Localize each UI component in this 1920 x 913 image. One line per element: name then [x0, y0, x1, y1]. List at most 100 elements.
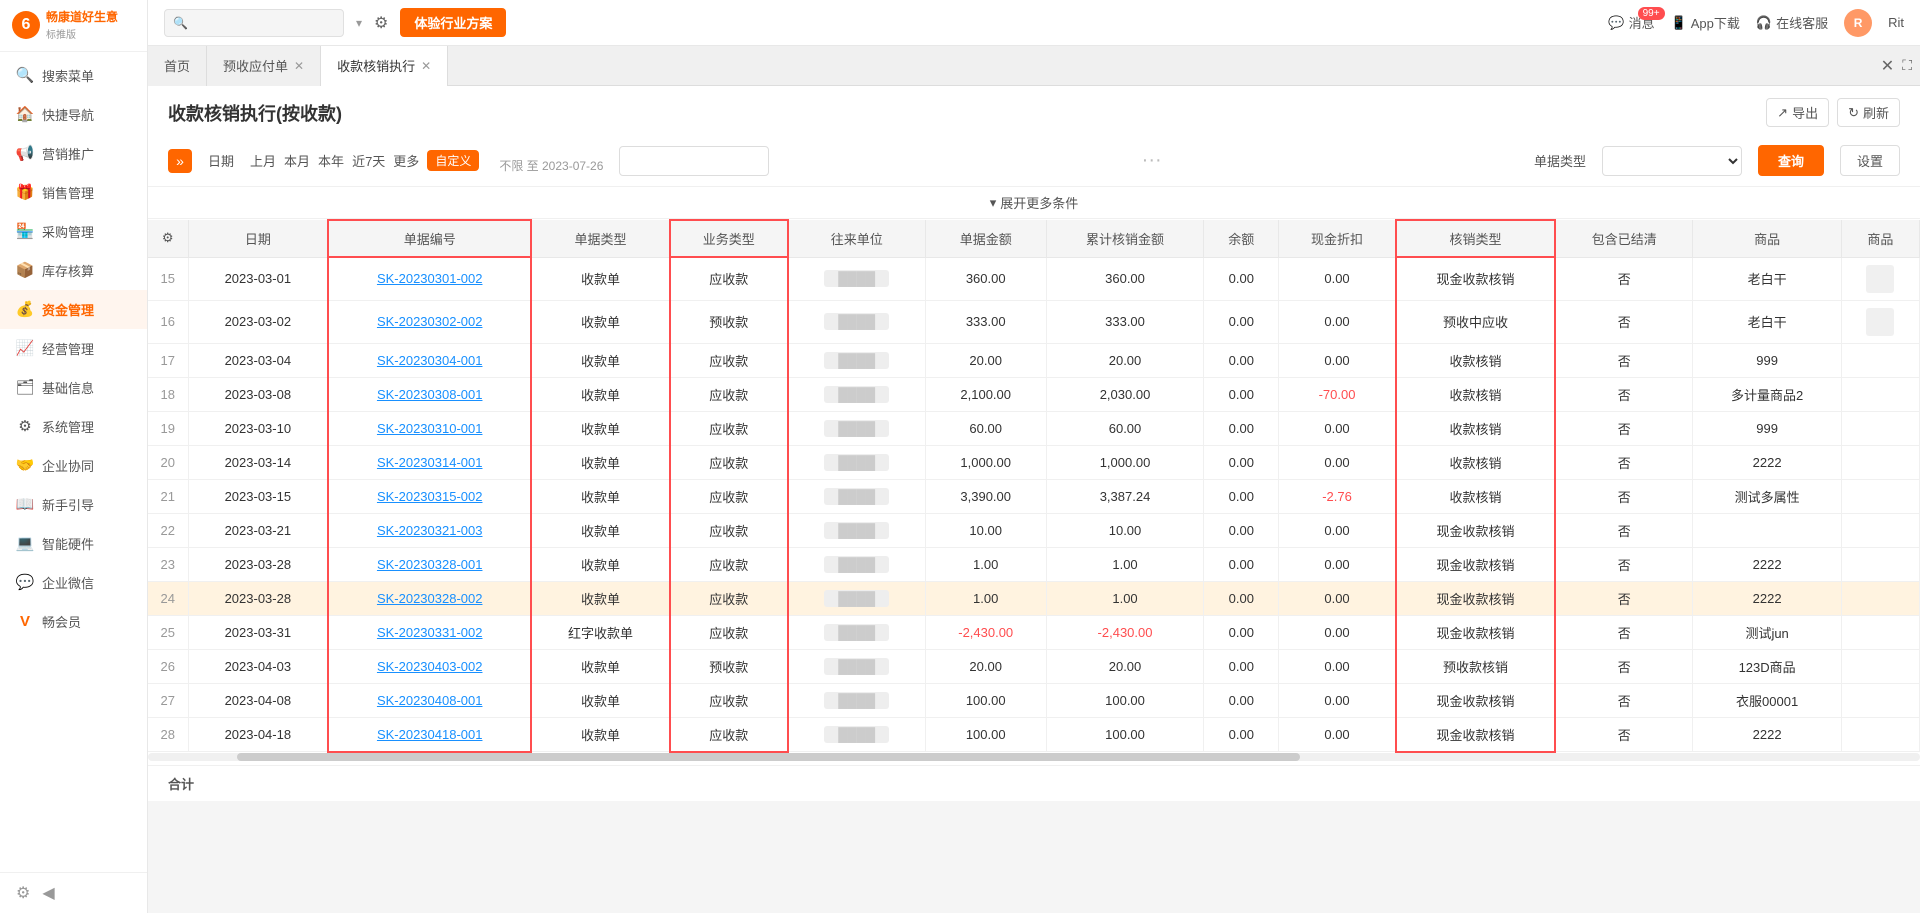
row-order-no[interactable]: SK-20230418-001 — [328, 717, 531, 752]
table-row[interactable]: 28 2023-04-18 SK-20230418-001 收款单 应收款 ██… — [148, 717, 1920, 752]
row-biz-type: 应收款 — [670, 479, 788, 513]
table-row[interactable]: 26 2023-04-03 SK-20230403-002 收款单 预收款 ██… — [148, 649, 1920, 683]
row-partner: ████ — [788, 377, 926, 411]
table-row[interactable]: 24 2023-03-28 SK-20230328-002 收款单 应收款 ██… — [148, 581, 1920, 615]
tab-prepay[interactable]: 预收应付单 ✕ — [207, 46, 321, 86]
expand-more-button[interactable]: ▾ 展开更多条件 — [990, 193, 1079, 212]
refresh-button[interactable]: ↻ 刷新 — [1837, 98, 1900, 127]
table-row[interactable]: 27 2023-04-08 SK-20230408-001 收款单 应收款 ██… — [148, 683, 1920, 717]
query-button[interactable]: 查询 — [1758, 145, 1824, 176]
row-order-no[interactable]: SK-20230310-001 — [328, 411, 531, 445]
table-row[interactable]: 21 2023-03-15 SK-20230315-002 收款单 应收款 ██… — [148, 479, 1920, 513]
table-row[interactable]: 25 2023-03-31 SK-20230331-002 红字收款单 应收款 … — [148, 615, 1920, 649]
partner-input[interactable] — [619, 146, 769, 176]
row-order-no[interactable]: SK-20230304-001 — [328, 343, 531, 377]
tabs-fullscreen-icon[interactable]: ⛶ — [1902, 57, 1912, 74]
row-order-no[interactable]: SK-20230314-001 — [328, 445, 531, 479]
tab-prepay-label: 预收应付单 — [223, 56, 288, 75]
row-balance: 0.00 — [1204, 683, 1279, 717]
table-row[interactable]: 15 2023-03-01 SK-20230301-002 收款单 应收款 ██… — [148, 257, 1920, 300]
table-row[interactable]: 16 2023-03-02 SK-20230302-002 收款单 预收款 ██… — [148, 300, 1920, 343]
row-partner: ████ — [788, 581, 926, 615]
settings-button[interactable]: 设置 — [1840, 145, 1900, 176]
sidebar-item-system[interactable]: ⚙ 系统管理 — [0, 407, 147, 446]
sidebar-item-guide[interactable]: 📖 新手引导 — [0, 485, 147, 524]
sidebar-item-sales[interactable]: 🎁 销售管理 — [0, 173, 147, 212]
export-button[interactable]: ↗ 导出 — [1766, 98, 1829, 127]
tabs-close-all-icon[interactable]: ✕ — [1881, 56, 1894, 76]
tab-verify-close-icon[interactable]: ✕ — [421, 59, 431, 73]
row-include-settled: 否 — [1555, 411, 1693, 445]
collapse-icon[interactable]: ◀ — [42, 883, 54, 903]
sidebar-item-hardware[interactable]: 💻 智能硬件 — [0, 524, 147, 563]
col-header-order-no: 单据编号 — [328, 220, 531, 257]
table-row[interactable]: 18 2023-03-08 SK-20230308-001 收款单 应收款 ██… — [148, 377, 1920, 411]
row-product: 老白干 — [1693, 257, 1841, 300]
sidebar-item-quicknav[interactable]: 🏠 快捷导航 — [0, 95, 147, 134]
headset-icon: 🎧 — [1756, 15, 1772, 31]
date-last-month-btn[interactable]: 上月 — [250, 151, 276, 170]
app-download-button[interactable]: 📱 App下载 — [1671, 13, 1740, 32]
app-logo: 6 畅康道好生意 标推版 — [0, 0, 147, 52]
row-amount: 100.00 — [925, 683, 1046, 717]
expand-more-label: 展开更多条件 — [1000, 193, 1078, 212]
date-this-year-btn[interactable]: 本年 — [318, 151, 344, 170]
date-more-btn[interactable]: 更多 — [393, 151, 419, 170]
row-order-no[interactable]: SK-20230321-003 — [328, 513, 531, 547]
date-7days-btn[interactable]: 近7天 — [352, 151, 385, 170]
filter-expand-button[interactable]: » — [168, 149, 192, 173]
table-row[interactable]: 17 2023-03-04 SK-20230304-001 收款单 应收款 ██… — [148, 343, 1920, 377]
row-order-no[interactable]: SK-20230328-001 — [328, 547, 531, 581]
row-order-type: 收款单 — [531, 581, 670, 615]
row-order-no[interactable]: SK-20230302-002 — [328, 300, 531, 343]
message-button[interactable]: 💬 消息 99+ — [1608, 13, 1654, 32]
row-order-no[interactable]: SK-20230403-002 — [328, 649, 531, 683]
row-num: 18 — [148, 377, 188, 411]
tab-prepay-close-icon[interactable]: ✕ — [294, 59, 304, 73]
topbar-gear-icon[interactable]: ⚙ — [374, 13, 388, 33]
sidebar-item-search[interactable]: 🔍 搜索菜单 — [0, 56, 147, 95]
row-order-no[interactable]: SK-20230408-001 — [328, 683, 531, 717]
row-order-no[interactable]: SK-20230301-002 — [328, 257, 531, 300]
table-row[interactable]: 23 2023-03-28 SK-20230328-001 收款单 应收款 ██… — [148, 547, 1920, 581]
sidebar-item-finance[interactable]: 💰 资金管理 — [0, 290, 147, 329]
sidebar-item-enterprise[interactable]: 🤝 企业协同 — [0, 446, 147, 485]
receipt-type-select[interactable] — [1602, 146, 1742, 176]
row-product-img — [1841, 445, 1919, 479]
row-product: 测试jun — [1693, 615, 1841, 649]
row-date: 2023-03-08 — [188, 377, 328, 411]
table-row[interactable]: 20 2023-03-14 SK-20230314-001 收款单 应收款 ██… — [148, 445, 1920, 479]
topbar-chevron-icon[interactable]: ▾ — [356, 16, 362, 30]
row-order-no[interactable]: SK-20230331-002 — [328, 615, 531, 649]
horizontal-scrollbar[interactable] — [148, 753, 1920, 761]
row-amount: 360.00 — [925, 257, 1046, 300]
col-header-gear[interactable]: ⚙ — [148, 220, 188, 257]
filter-row: » 日期 上月 本月 本年 近7天 更多 自定义 不限 至 2023- — [168, 145, 1900, 176]
row-order-no[interactable]: SK-20230315-002 — [328, 479, 531, 513]
sidebar-item-member[interactable]: V 畅会员 — [0, 602, 147, 641]
settings-bottom-icon[interactable]: ⚙ — [16, 883, 30, 903]
service-button[interactable]: 🎧 在线客服 — [1756, 13, 1828, 32]
date-this-month-btn[interactable]: 本月 — [284, 151, 310, 170]
username[interactable]: Rit — [1888, 15, 1904, 30]
footer-label: 合计 — [168, 777, 194, 792]
row-order-no[interactable]: SK-20230328-002 — [328, 581, 531, 615]
date-custom-btn[interactable]: 自定义 — [427, 150, 479, 171]
table-row[interactable]: 22 2023-03-21 SK-20230321-003 收款单 应收款 ██… — [148, 513, 1920, 547]
solution-button[interactable]: 体验行业方案 — [400, 8, 506, 37]
sidebar-item-basic-info[interactable]: 🗂 基础信息 — [0, 368, 147, 407]
sidebar-item-marketing[interactable]: 📢 营销推广 — [0, 134, 147, 173]
sidebar-item-operation[interactable]: 📈 经营管理 — [0, 329, 147, 368]
topbar-search[interactable]: 🔍 — [164, 9, 344, 37]
tab-home[interactable]: 首页 — [148, 46, 207, 86]
avatar[interactable]: R — [1844, 9, 1872, 37]
sidebar-item-inventory[interactable]: 📦 库存核算 — [0, 251, 147, 290]
tab-verify[interactable]: 收款核销执行 ✕ — [321, 46, 448, 86]
row-balance: 0.00 — [1204, 615, 1279, 649]
sidebar-item-purchase[interactable]: 🏪 采购管理 — [0, 212, 147, 251]
sidebar-item-wechat[interactable]: 💬 企业微信 — [0, 563, 147, 602]
row-order-no[interactable]: SK-20230308-001 — [328, 377, 531, 411]
row-verify-type: 现金收款核销 — [1396, 717, 1555, 752]
scrollbar-thumb[interactable] — [237, 753, 1300, 761]
table-row[interactable]: 19 2023-03-10 SK-20230310-001 收款单 应收款 ██… — [148, 411, 1920, 445]
